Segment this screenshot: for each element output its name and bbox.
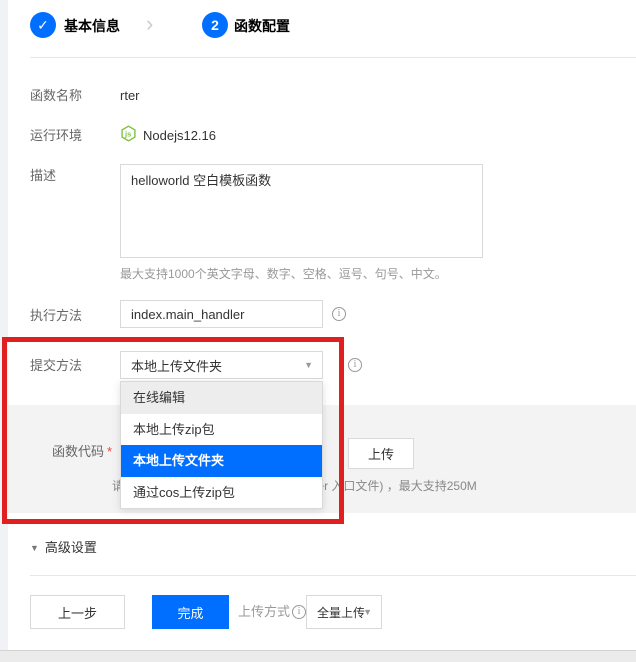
upload-mode-group: 上传方式 i [238, 604, 306, 619]
submit-method-info-icon[interactable]: i [348, 358, 362, 372]
caret-down-icon: ▼ [304, 360, 313, 370]
svg-text:js: js [124, 130, 131, 139]
required-asterisk: * [107, 444, 112, 459]
step1-label[interactable]: 基本信息 [64, 18, 120, 34]
submit-method-select[interactable]: 本地上传文件夹 ▼ [120, 351, 323, 379]
advanced-settings-label: 高级设置 [45, 540, 97, 555]
upload-button[interactable]: 上传 [348, 438, 414, 469]
submit-method-dropdown: 在线编辑 本地上传zip包 本地上传文件夹 通过cos上传zip包 [120, 381, 323, 509]
description-hint: 最大支持1000个英文字母、数字、空格、逗号、句号、中文。 [120, 267, 447, 281]
handler-label: 执行方法 [30, 308, 82, 323]
runtime-label: 运行环境 [30, 128, 82, 143]
function-name-value: rter [120, 88, 140, 103]
previous-step-button[interactable]: 上一步 [30, 595, 125, 629]
chevron-right-icon: › [146, 13, 153, 35]
step2-circle: 2 [202, 12, 228, 38]
dropdown-option-local-folder[interactable]: 本地上传文件夹 [121, 445, 322, 477]
submit-method-label: 提交方法 [30, 358, 82, 373]
runtime-value: Nodejs12.16 [143, 128, 216, 143]
upload-mode-info-icon[interactable]: i [292, 605, 306, 619]
upload-mode-selected-value: 全量上传 [317, 604, 365, 621]
handler-input[interactable] [120, 300, 323, 328]
submit-method-selected-value: 本地上传文件夹 [131, 356, 222, 375]
step1-circle[interactable]: ✓ [30, 12, 56, 38]
nodejs-icon: js [120, 125, 137, 142]
finish-button[interactable]: 完成 [152, 595, 229, 629]
caret-down-icon: ▼ [30, 543, 39, 553]
dropdown-option-local-zip[interactable]: 本地上传zip包 [121, 414, 322, 446]
dropdown-option-online-edit[interactable]: 在线编辑 [121, 382, 322, 414]
caret-down-icon: ▼ [363, 607, 372, 617]
step2-label: 函数配置 [234, 18, 290, 34]
function-name-label: 函数名称 [30, 88, 82, 103]
upload-mode-select[interactable]: 全量上传 ▼ [306, 595, 382, 629]
handler-info-icon[interactable]: i [332, 307, 346, 321]
check-icon: ✓ [37, 17, 49, 34]
page-background-band [0, 651, 636, 662]
dropdown-option-cos-zip[interactable]: 通过cos上传zip包 [121, 477, 322, 509]
advanced-settings-toggle[interactable]: ▼ 高级设置 [30, 540, 97, 555]
function-code-label: 函数代码* [52, 444, 112, 459]
description-label: 描述 [30, 168, 56, 183]
upload-mode-label: 上传方式 [238, 604, 290, 619]
header-divider [30, 57, 636, 58]
footer-divider [30, 575, 636, 576]
step2-number: 2 [211, 17, 219, 33]
description-textarea[interactable]: helloworld 空白模板函数 [120, 164, 483, 258]
